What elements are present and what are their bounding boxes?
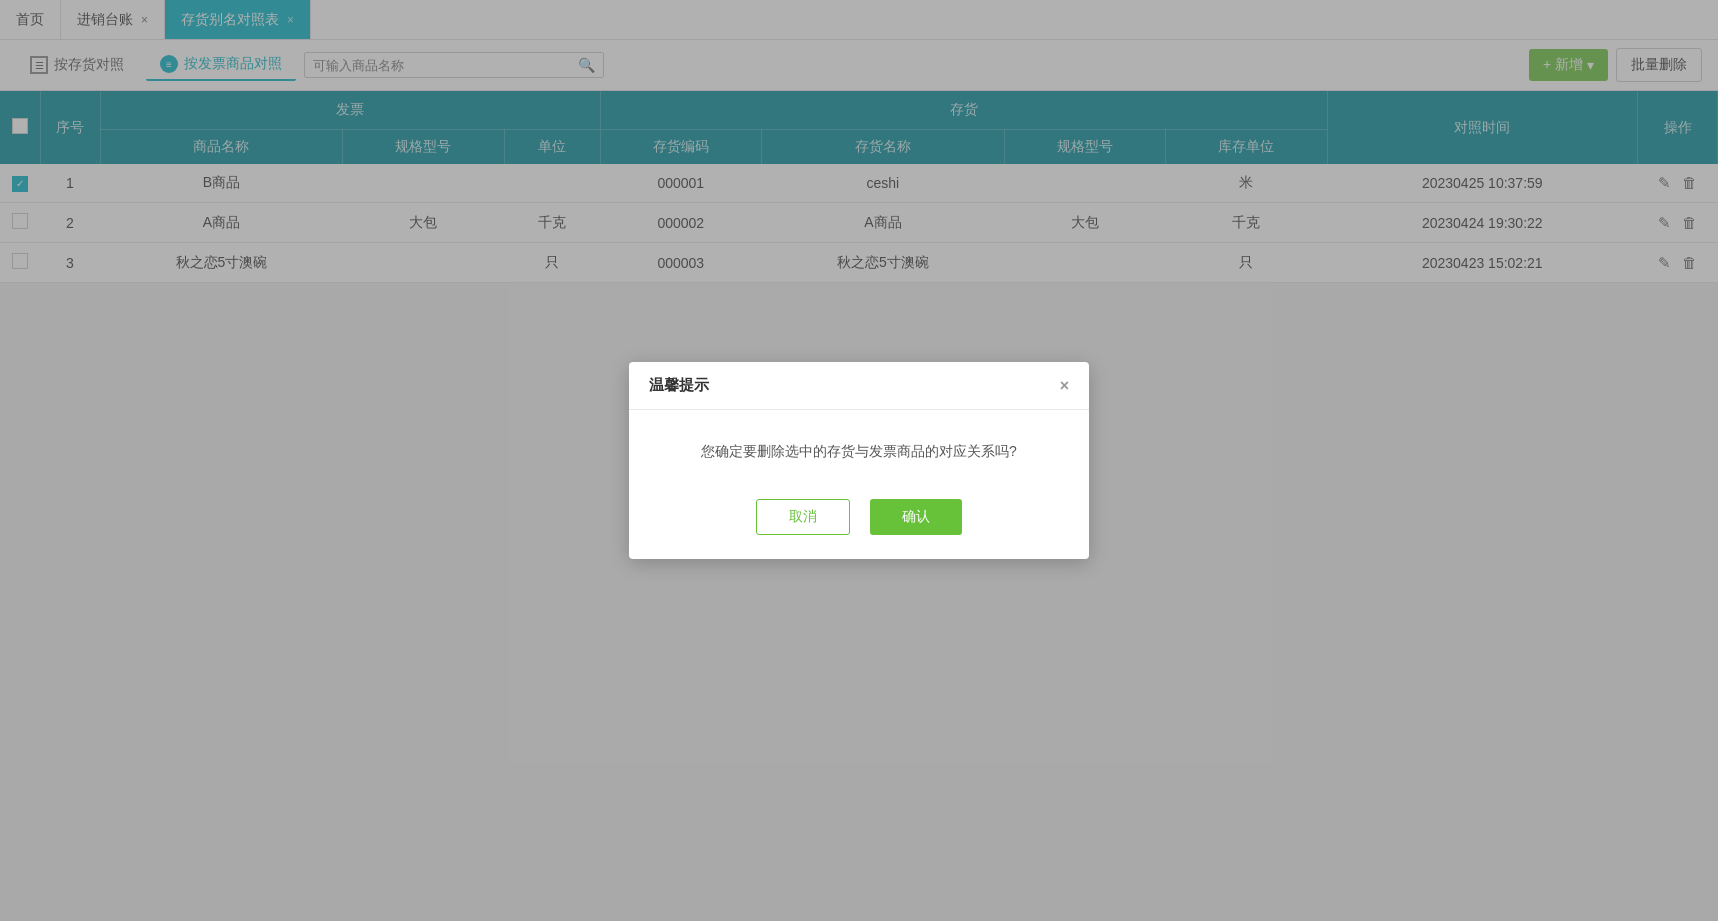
dialog-overlay: 温馨提示 × 您确定要删除选中的存货与发票商品的对应关系吗? 取消 确认 <box>0 0 1718 283</box>
